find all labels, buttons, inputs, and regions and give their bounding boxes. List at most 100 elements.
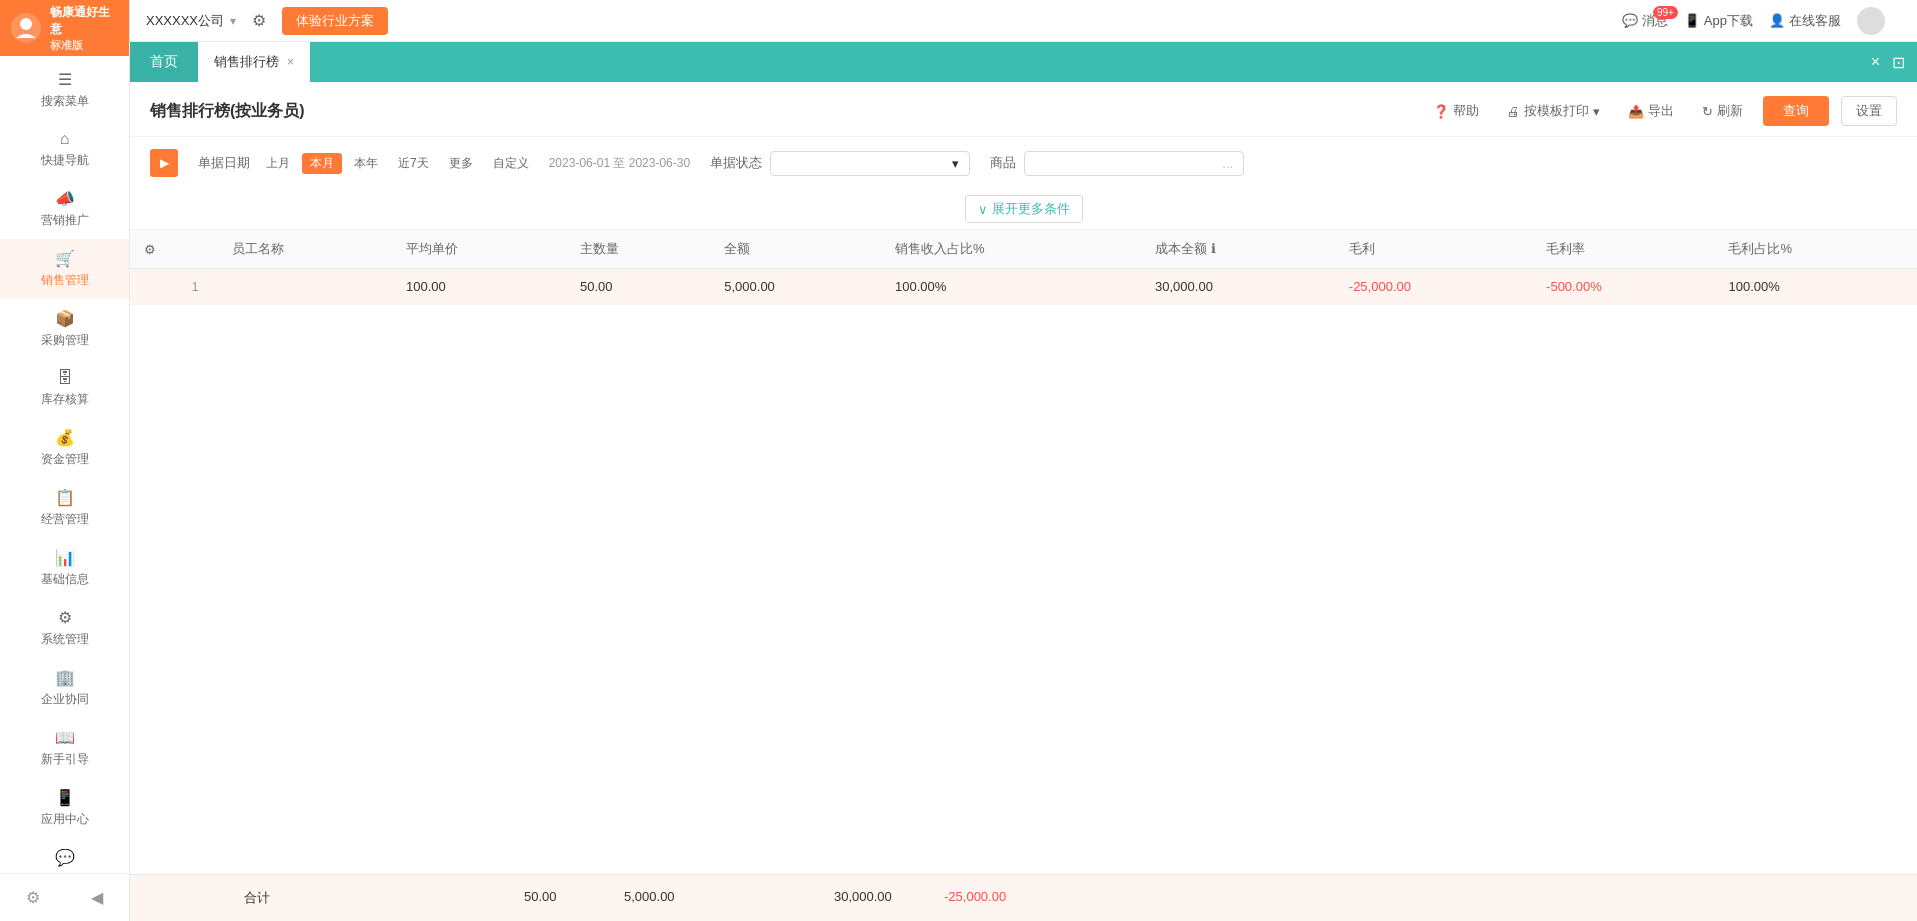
footer-settings-cell — [142, 885, 182, 911]
settings-icon[interactable]: ⚙ — [18, 884, 48, 911]
refresh-button[interactable]: ↻ 刷新 — [1694, 98, 1751, 124]
sidebar-item-search[interactable]: ☰ 搜索菜单 — [0, 60, 129, 120]
export-button[interactable]: 📤 导出 — [1620, 98, 1682, 124]
col-rank — [170, 230, 220, 269]
expand-label: 展开更多条件 — [992, 200, 1070, 218]
set-button[interactable]: 设置 — [1841, 96, 1897, 126]
refresh-icon: ↻ — [1702, 104, 1713, 119]
service-label: 在线客服 — [1789, 12, 1841, 30]
footer-cost-cell: 30,000.00 — [822, 885, 932, 911]
service-link[interactable]: 👤 在线客服 — [1769, 12, 1841, 30]
sidebar-item-label: 采购管理 — [41, 332, 89, 349]
data-table: ⚙ 员工名称 平均单价 主数量 全额 销售收入占比% 成本全额 ℹ 毛利 — [130, 230, 1917, 305]
sidebar-item-operation[interactable]: 📋 经营管理 — [0, 478, 129, 538]
topbar-settings-icon[interactable]: ⚙ — [248, 7, 270, 34]
filter-collapse-btn[interactable]: ▶ — [150, 149, 178, 177]
inventory-icon: 🗄 — [57, 369, 73, 387]
col-cost: 成本全额 ℹ — [1143, 230, 1337, 269]
sidebar-nav: ☰ 搜索菜单 ⌂ 快捷导航 📣 营销推广 🛒 销售管理 📦 采购管理 🗄 库存核… — [0, 56, 129, 873]
tab-sales-ranking[interactable]: 销售排行榜 × — [198, 42, 310, 82]
page-inner: 销售排行榜(按业务员) ❓ 帮助 🖨 按模板打印 ▾ 📤 导出 — [130, 82, 1917, 921]
date-tab-lastmonth[interactable]: 上月 — [258, 153, 298, 174]
expand-more-button[interactable]: ∨ 展开更多条件 — [965, 195, 1083, 223]
col-amount: 全额 — [712, 230, 883, 269]
col-avg-price: 平均单价 — [394, 230, 568, 269]
sidebar-item-system[interactable]: ⚙ 系统管理 — [0, 598, 129, 658]
marketing-icon: 📣 — [55, 189, 75, 208]
logo-sub: 标准版 — [50, 38, 119, 53]
message-icon: 💬 — [1622, 13, 1638, 28]
trial-button[interactable]: 体验行业方案 — [282, 7, 388, 35]
sales-icon: 🛒 — [55, 249, 75, 268]
message-area[interactable]: 💬 消息 99+ — [1622, 12, 1668, 30]
svg-point-1 — [20, 18, 32, 30]
col-name: 员工名称 — [220, 230, 394, 269]
sidebar-item-label: 搜索菜单 — [41, 93, 89, 110]
print-button[interactable]: 🖨 按模板打印 ▾ — [1499, 98, 1608, 124]
status-filter-label: 单据状态 — [710, 154, 762, 172]
date-tab-7days[interactable]: 近7天 — [390, 153, 437, 174]
page-content: 销售排行榜(按业务员) ❓ 帮助 🖨 按模板打印 ▾ 📤 导出 — [130, 82, 1917, 921]
footer-sales-pct-cell — [712, 885, 822, 911]
footer-rank-cell — [182, 885, 232, 911]
app-download-link[interactable]: 📱 App下载 — [1684, 12, 1753, 30]
table-row: 1 100.00 50.00 5,000.00 100.00% 30,000.0… — [130, 269, 1917, 305]
date-tab-more[interactable]: 更多 — [441, 153, 481, 174]
sidebar-item-wechat[interactable]: 💬 企业微信 — [0, 838, 129, 873]
page-title: 销售排行榜(按业务员) — [150, 101, 305, 122]
row-sales-pct-cell: 100.00% — [883, 269, 1143, 305]
help-button[interactable]: ❓ 帮助 — [1425, 98, 1487, 124]
date-filter-group: 单据日期 上月 本月 本年 近7天 更多 自定义 2023-06-01 至 20… — [198, 153, 690, 174]
app-icon: 📱 — [1684, 13, 1700, 28]
sidebar-item-enterprise[interactable]: 🏢 企业协同 — [0, 658, 129, 718]
window-restore-icon[interactable]: ⊡ — [1892, 53, 1905, 72]
sidebar-item-apps[interactable]: 📱 应用中心 — [0, 778, 129, 838]
tab-bar-right: × ⊡ — [1871, 53, 1917, 72]
main-area: XXXXXX公司 ▾ ⚙ 体验行业方案 💬 消息 99+ 📱 App下载 👤 在… — [130, 0, 1917, 921]
date-tabs: 上月 本月 本年 近7天 更多 自定义 — [258, 153, 537, 174]
status-select[interactable]: ▾ — [770, 151, 970, 176]
help-icon: ❓ — [1433, 104, 1449, 119]
sidebar-item-label: 应用中心 — [41, 811, 89, 828]
date-filter-label: 单据日期 — [198, 154, 250, 172]
print-label: 按模板打印 — [1524, 102, 1589, 120]
sidebar-item-marketing[interactable]: 📣 营销推广 — [0, 179, 129, 239]
apps-icon: 📱 — [55, 788, 75, 807]
sidebar-item-sales[interactable]: 🛒 销售管理 — [0, 239, 129, 299]
help-label: 帮助 — [1453, 102, 1479, 120]
tab-home[interactable]: 首页 — [130, 42, 198, 82]
company-selector[interactable]: XXXXXX公司 ▾ — [146, 12, 236, 30]
table-footer: 合计 50.00 5,000.00 30,000.00 -25,000.00 — [130, 874, 1917, 921]
date-tab-thismonth[interactable]: 本月 — [302, 153, 342, 174]
sidebar-item-quick[interactable]: ⌂ 快捷导航 — [0, 120, 129, 179]
sidebar-item-finance[interactable]: 💰 资金管理 — [0, 418, 129, 478]
sidebar-item-label: 经营管理 — [41, 511, 89, 528]
window-close-icon[interactable]: × — [1871, 53, 1880, 71]
table-header-row: ⚙ 员工名称 平均单价 主数量 全额 销售收入占比% 成本全额 ℹ 毛利 — [130, 230, 1917, 269]
date-tab-thisyear[interactable]: 本年 — [346, 153, 386, 174]
col-qty: 主数量 — [568, 230, 712, 269]
operation-icon: 📋 — [55, 488, 75, 507]
sidebar-item-purchase[interactable]: 📦 采购管理 — [0, 299, 129, 359]
home-icon: ⌂ — [60, 130, 70, 148]
footer-amount-cell: 5,000.00 — [612, 885, 712, 911]
col-settings[interactable]: ⚙ — [130, 230, 170, 269]
sidebar-item-guide[interactable]: 📖 新手引导 — [0, 718, 129, 778]
print-icon: 🖨 — [1507, 104, 1520, 119]
goods-filter-label: 商品 — [990, 154, 1016, 172]
collapse-icon[interactable]: ◀ — [83, 884, 111, 911]
tab-bar: 首页 销售排行榜 × × ⊡ — [130, 42, 1917, 82]
print-dropdown-icon: ▾ — [1593, 104, 1600, 119]
app-label: App下载 — [1704, 12, 1753, 30]
goods-input[interactable]: ... — [1024, 151, 1244, 176]
search-menu-icon: ☰ — [58, 70, 72, 89]
query-button[interactable]: 查询 — [1763, 96, 1829, 126]
footer-cells: 合计 50.00 5,000.00 30,000.00 -25,000.00 — [142, 885, 1905, 911]
row-avg-price-cell: 100.00 — [394, 269, 568, 305]
sidebar-item-basic[interactable]: 📊 基础信息 — [0, 538, 129, 598]
date-tab-custom[interactable]: 自定义 — [485, 153, 537, 174]
footer-label-cell: 合计 — [232, 885, 412, 911]
sidebar: 畅康通好生意 标准版 ☰ 搜索菜单 ⌂ 快捷导航 📣 营销推广 🛒 销售管理 📦… — [0, 0, 130, 921]
sidebar-item-inventory[interactable]: 🗄 库存核算 — [0, 359, 129, 418]
tab-close-icon[interactable]: × — [287, 55, 294, 69]
